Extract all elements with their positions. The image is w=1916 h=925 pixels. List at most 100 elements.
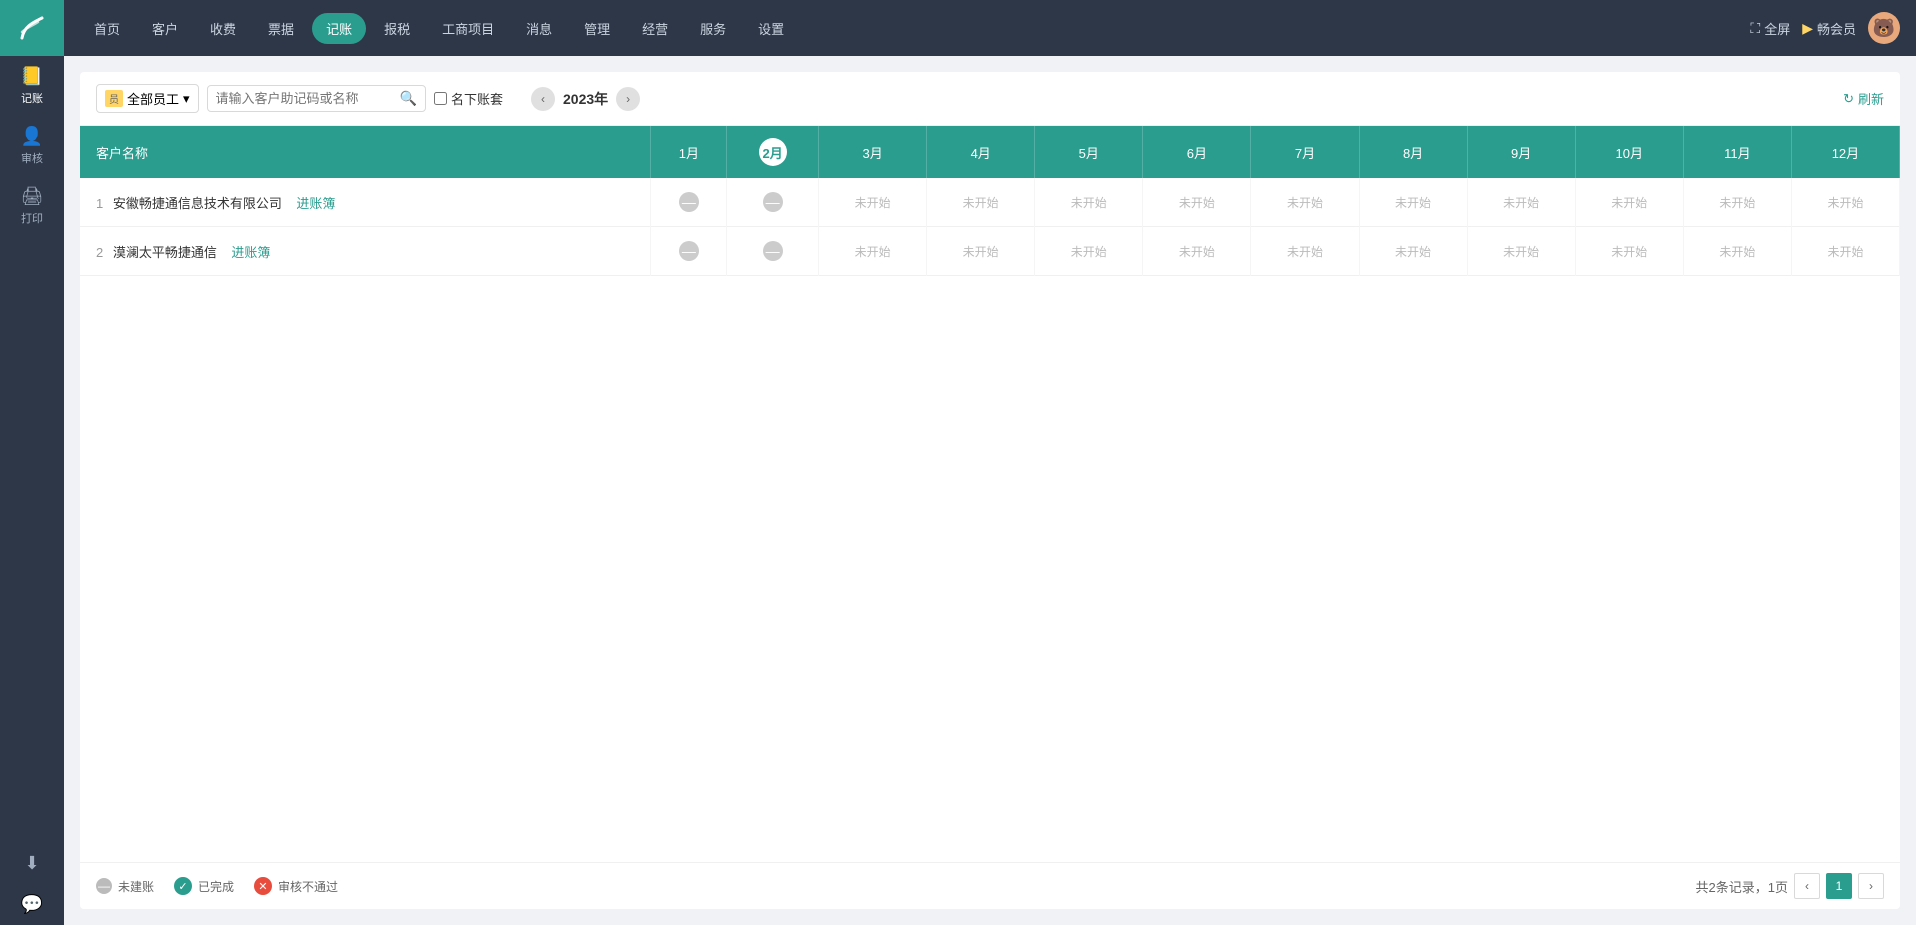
row-num: 1: [96, 196, 103, 211]
account-checkbox-label[interactable]: 名下账套: [434, 89, 503, 108]
table-header-row: 客户名称 1月 2月 3月 4月: [80, 126, 1900, 178]
topnav-right: ⛶ 全屏 ▶ 畅会员 🐻: [1750, 12, 1900, 44]
employee-tag-icon: 员: [105, 90, 123, 107]
next-year-button[interactable]: ›: [616, 87, 640, 111]
col-m2-active-badge: 2月: [759, 138, 787, 166]
col-m5: 5月: [1035, 126, 1143, 178]
search-field-wrapper: 🔍: [207, 85, 426, 112]
sidebar-item-accounting[interactable]: 📒 记账: [0, 56, 64, 116]
legend-rejected-label: 审核不通过: [278, 878, 338, 895]
col-m7-label: 7月: [1295, 146, 1315, 161]
prev-page-button[interactable]: ‹: [1794, 873, 1820, 899]
status-not-started: 未开始: [1179, 245, 1215, 259]
table-footer: — 未建账 ✓ 已完成 ✕ 审核不通过 共2条记录，: [80, 862, 1900, 909]
nav-home[interactable]: 首页: [80, 13, 134, 44]
sidebar-item-support[interactable]: 💬: [0, 884, 64, 925]
app-logo: [0, 0, 64, 56]
status-not-started: 未开始: [963, 245, 999, 259]
member-button[interactable]: ▶ 畅会员: [1802, 19, 1856, 38]
status-not-started: 未开始: [1395, 196, 1431, 210]
print-icon: 🖨: [21, 186, 44, 207]
nav-operation[interactable]: 经营: [628, 13, 682, 44]
nav-invoice[interactable]: 票据: [254, 13, 308, 44]
status-not-started: 未开始: [855, 196, 891, 210]
nav-bookkeeping[interactable]: 记账: [312, 13, 366, 44]
status-not-started: 未开始: [1395, 245, 1431, 259]
sidebar-item-audit-label: 审核: [21, 150, 43, 166]
status-circle: —: [679, 241, 699, 261]
main-card: 员 全部员工 ▾ 🔍 名下账套 ‹ 2023年 ›: [80, 72, 1900, 909]
nav-settings[interactable]: 设置: [744, 13, 798, 44]
enter-ledger-link[interactable]: 进账簿: [231, 245, 270, 260]
sidebar-item-accounting-label: 记账: [21, 90, 43, 106]
legend-not-created-icon: —: [96, 878, 112, 894]
sidebar-item-download[interactable]: ⬇: [0, 843, 64, 884]
sidebar-item-audit[interactable]: 👤 审核: [0, 116, 64, 176]
page-1-button[interactable]: 1: [1826, 873, 1852, 899]
month-cell-3: 未开始: [819, 227, 927, 276]
sidebar-item-print-label: 打印: [21, 210, 43, 226]
nav-collection[interactable]: 收费: [196, 13, 250, 44]
account-checkbox[interactable]: [434, 92, 447, 105]
month-cell-7: 未开始: [1251, 227, 1359, 276]
next-page-button[interactable]: ›: [1858, 873, 1884, 899]
col-m12: 12月: [1791, 126, 1899, 178]
month-cell-8: 未开始: [1359, 227, 1467, 276]
search-button[interactable]: 🔍: [400, 90, 417, 107]
support-icon: 💬: [21, 894, 43, 915]
nav-message[interactable]: 消息: [512, 13, 566, 44]
prev-year-button[interactable]: ‹: [531, 87, 555, 111]
nav-customer[interactable]: 客户: [138, 13, 192, 44]
col-m6-label: 6月: [1187, 146, 1207, 161]
col-m1: 1月: [651, 126, 727, 178]
refresh-button[interactable]: ↻ 刷新: [1843, 89, 1884, 108]
status-not-started: 未开始: [963, 196, 999, 210]
customer-name: 漠澜太平畅捷通信: [113, 245, 217, 260]
fullscreen-button[interactable]: ⛶ 全屏: [1750, 19, 1790, 38]
total-records-text: 共2条记录，1页: [1696, 877, 1788, 896]
sidebar-bottom: ⬇ 💬: [0, 843, 64, 925]
status-not-started: 未开始: [1827, 245, 1863, 259]
sidebar-item-print[interactable]: 🖨 打印: [0, 176, 64, 236]
nav-manage[interactable]: 管理: [570, 13, 624, 44]
topnav: 首页 客户 收费 票据 记账 报税 工商项目 消息 管理 经营 服务 设置 ⛶ …: [64, 0, 1916, 56]
col-m10: 10月: [1575, 126, 1683, 178]
legend-completed-icon: ✓: [174, 877, 192, 895]
refresh-label: 刷新: [1858, 89, 1884, 108]
month-cell-2: —: [727, 178, 819, 227]
enter-ledger-link[interactable]: 进账簿: [296, 196, 335, 211]
col-m8-label: 8月: [1403, 146, 1423, 161]
nav-service[interactable]: 服务: [686, 13, 740, 44]
nav-bizproject[interactable]: 工商项目: [428, 13, 508, 44]
legend-completed: ✓ 已完成: [174, 877, 234, 895]
row-num: 2: [96, 245, 103, 260]
col-m9: 9月: [1467, 126, 1575, 178]
month-cell-5: 未开始: [1035, 227, 1143, 276]
customer-name: 安徽畅捷通信息技术有限公司: [113, 196, 282, 211]
user-avatar[interactable]: 🐻: [1868, 12, 1900, 44]
month-cell-9: 未开始: [1467, 178, 1575, 227]
legend-not-created: — 未建账: [96, 878, 154, 895]
customer-name-cell: 2 漠澜太平畅捷通信 进账簿: [80, 227, 651, 276]
main-table: 客户名称 1月 2月 3月 4月: [80, 126, 1900, 276]
audit-icon: 👤: [21, 126, 43, 147]
member-icon: ▶: [1802, 20, 1813, 37]
month-cell-2: —: [727, 227, 819, 276]
legend-completed-label: 已完成: [198, 878, 234, 895]
col-m1-label: 1月: [679, 146, 699, 161]
year-nav: ‹ 2023年 ›: [531, 87, 640, 111]
col-m8: 8月: [1359, 126, 1467, 178]
nav-tax[interactable]: 报税: [370, 13, 424, 44]
month-cell-7: 未开始: [1251, 178, 1359, 227]
sidebar: 📒 记账 👤 审核 🖨 打印 ⬇ 💬: [0, 0, 64, 925]
status-not-started: 未开始: [1611, 245, 1647, 259]
status-not-started: 未开始: [1179, 196, 1215, 210]
accounting-icon: 📒: [21, 66, 43, 87]
search-input[interactable]: [216, 91, 396, 106]
status-not-started: 未开始: [1503, 245, 1539, 259]
employee-filter[interactable]: 员 全部员工 ▾: [96, 84, 199, 113]
month-cell-4: 未开始: [927, 178, 1035, 227]
month-cell-5: 未开始: [1035, 178, 1143, 227]
month-cell-6: 未开始: [1143, 178, 1251, 227]
col-m2: 2月: [727, 126, 819, 178]
